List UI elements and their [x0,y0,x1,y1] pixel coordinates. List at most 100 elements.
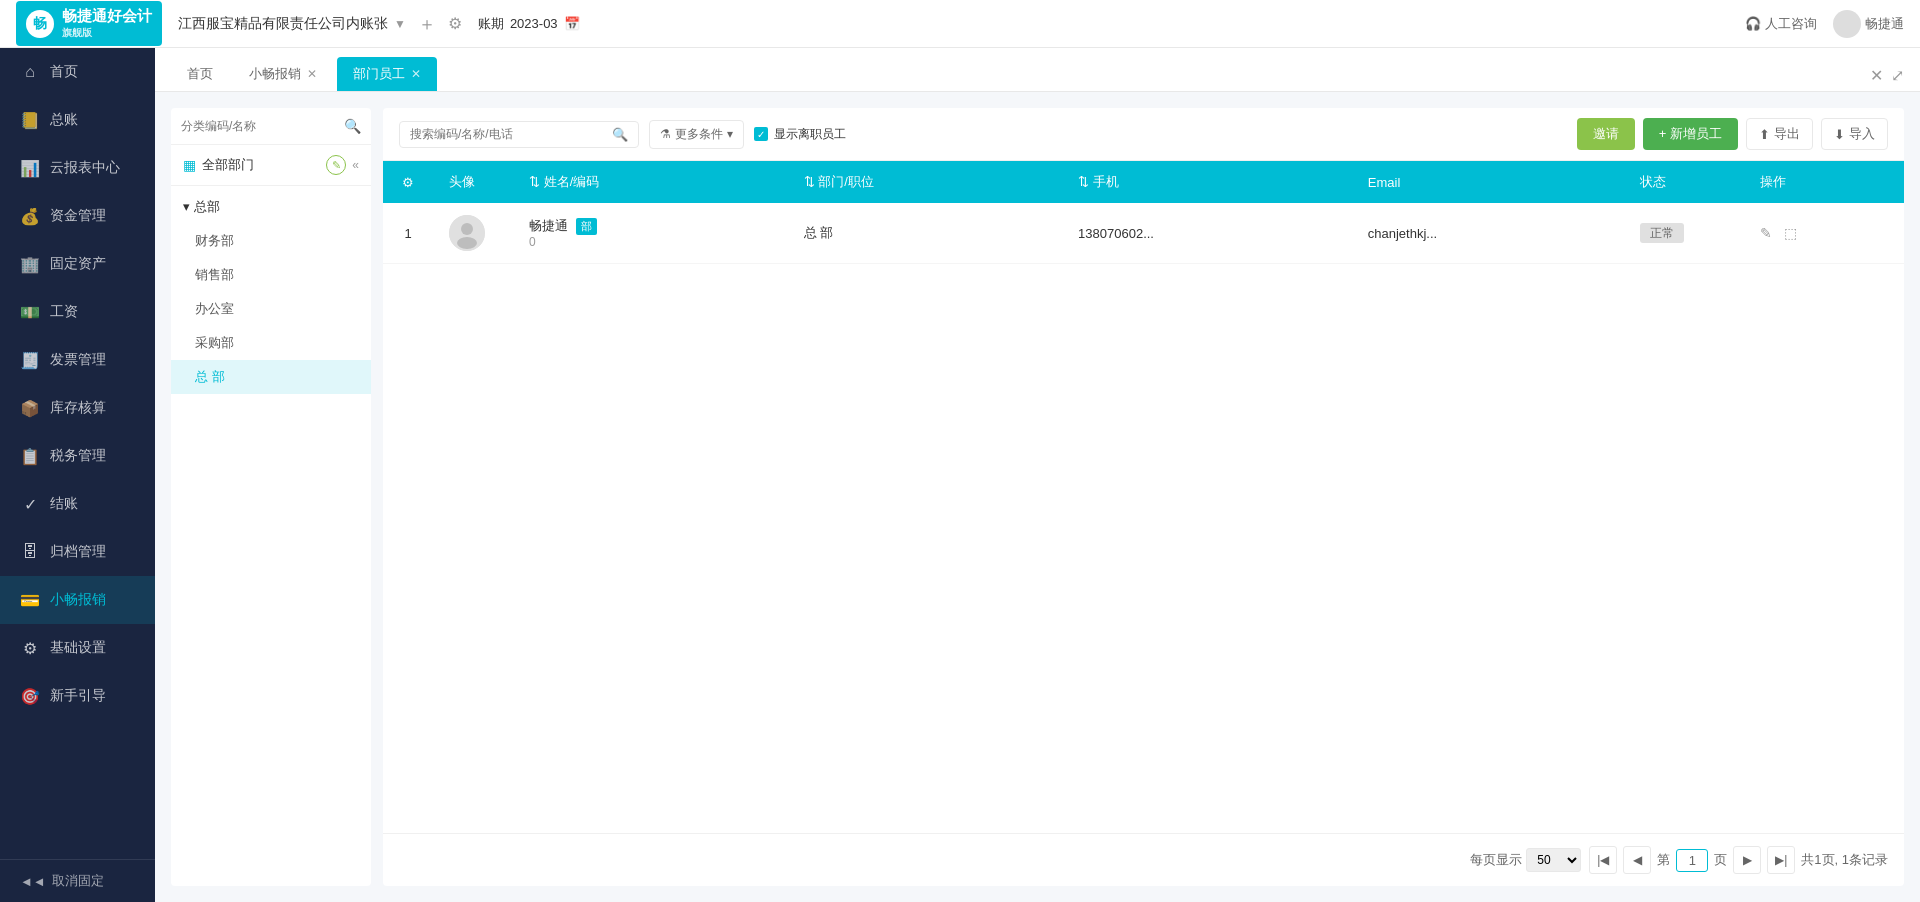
employee-email: chanjethkj... [1368,226,1437,241]
sidebar-item-salary[interactable]: 💵 工资 [0,288,155,336]
svg-point-2 [457,237,477,249]
calendar-icon[interactable]: 📅 [564,16,580,31]
base-settings-icon: ⚙ [20,638,40,658]
invite-button[interactable]: 邀请 [1577,118,1635,150]
expenses-icon: 💳 [20,590,40,610]
sidebar-item-invoice[interactable]: 🧾 发票管理 [0,336,155,384]
all-departments-header[interactable]: ▦ 全部部门 ✎ « [171,145,371,186]
sidebar-item-tax[interactable]: 📋 税务管理 [0,432,155,480]
collapse-dept-icon[interactable]: « [352,158,359,172]
add-company-icon[interactable]: ＋ [418,12,436,36]
logout-employee-icon[interactable]: ⬚ [1784,225,1797,241]
sidebar-item-reports[interactable]: 📊 云报表中心 [0,144,155,192]
sidebar-item-guide[interactable]: 🎯 新手引导 [0,672,155,720]
first-page-button[interactable]: |◀ [1589,846,1617,874]
sort-icon: ⇅ [1078,174,1089,189]
add-employee-button[interactable]: + 新增员工 [1643,118,1738,150]
sidebar: ⌂ 首页 📒 总账 📊 云报表中心 💰 资金管理 🏢 固定资产 💵 工资 [0,48,155,902]
tab-home-label: 首页 [187,65,213,83]
user-name: 畅捷通 [1865,15,1904,33]
next-page-button[interactable]: ▶ [1733,846,1761,874]
sidebar-item-label: 库存核算 [50,399,106,417]
sidebar-item-assets[interactable]: 🏢 固定资产 [0,240,155,288]
grid-icon: ▦ [183,157,196,173]
col-settings-icon[interactable]: ⚙ [402,175,414,190]
current-page-input[interactable]: 1 [1676,849,1708,872]
add-dept-icon[interactable]: ✎ [326,155,346,175]
ledger-icon: 📒 [20,110,40,130]
dept-tree-item-sales[interactable]: 销售部 [171,258,371,292]
col-phone: ⇅ 手机 [1062,161,1352,203]
tab-department-close-icon[interactable]: ✕ [411,67,421,81]
unpin-sidebar-button[interactable]: ◄◄ 取消固定 [0,859,155,902]
dept-tree: ▾ 总部 财务部 销售部 办公室 采购部 [171,186,371,398]
sidebar-item-label: 基础设置 [50,639,106,657]
content-area: 首页 小畅报销 ✕ 部门员工 ✕ ✕ ⤢ [155,48,1920,902]
show-resigned-toggle[interactable]: 显示离职员工 [754,126,846,143]
show-resigned-label: 显示离职员工 [774,126,846,143]
closing-icon: ✓ [20,494,40,514]
per-page-select[interactable]: 50 100 200 [1526,848,1581,872]
edit-employee-icon[interactable]: ✎ [1760,225,1772,241]
dept-search-input[interactable] [181,119,338,133]
sort-icon: ⇅ [804,174,815,189]
settings-icon[interactable]: ⚙ [448,14,462,33]
dept-tree-item-finance[interactable]: 财务部 [171,224,371,258]
sidebar-item-label: 总账 [50,111,78,129]
support-button[interactable]: 🎧 人工咨询 [1745,15,1817,33]
inventory-icon: 📦 [20,398,40,418]
employee-name: 畅捷通 [529,217,568,235]
show-resigned-checkbox[interactable] [754,127,768,141]
close-window-icon[interactable]: ✕ [1870,66,1883,85]
row-dept: 总 部 [788,203,1063,264]
import-button[interactable]: ⬇ 导入 [1821,118,1888,150]
filter-label: 更多条件 [675,126,723,143]
dept-tree-item-general[interactable]: 总 部 [171,360,371,394]
toolbar-right: 邀请 + 新增员工 ⬆ 导出 ⬇ 导入 [1577,118,1888,150]
more-filter-button[interactable]: ⚗ 更多条件 ▾ [649,120,744,149]
sidebar-item-archive[interactable]: 🗄 归档管理 [0,528,155,576]
prev-page-button[interactable]: ◀ [1623,846,1651,874]
tab-expense[interactable]: 小畅报销 ✕ [233,57,333,91]
employee-search-input[interactable] [410,127,606,141]
page-content: 🔍 ▦ 全部部门 ✎ « ▾ 总部 [155,92,1920,902]
total-records-label: 共1页, 1条记录 [1801,851,1888,869]
row-name: 畅捷通 部 0 [513,203,788,264]
last-page-button[interactable]: ▶| [1767,846,1795,874]
per-page-label: 每页显示 [1470,851,1522,869]
expand-window-icon[interactable]: ⤢ [1891,66,1904,85]
export-icon: ⬆ [1759,127,1770,142]
tab-expense-close-icon[interactable]: ✕ [307,67,317,81]
row-email: chanjethkj... [1352,203,1624,264]
invoice-icon: 🧾 [20,350,40,370]
export-button[interactable]: ⬆ 导出 [1746,118,1813,150]
sidebar-item-label: 归档管理 [50,543,106,561]
import-icon: ⬇ [1834,127,1845,142]
employee-status-badge: 正常 [1640,223,1684,243]
pagination-footer: 每页显示 50 100 200 |◀ ◀ 第 1 页 [383,833,1904,886]
page-unit: 页 [1714,851,1727,869]
tab-department[interactable]: 部门员工 ✕ [337,57,437,91]
tab-home[interactable]: 首页 [171,57,229,91]
sidebar-item-settings[interactable]: ⚙ 基础设置 [0,624,155,672]
col-name: ⇅ 姓名/编码 [513,161,788,203]
dept-tree-item-hq[interactable]: ▾ 总部 [171,190,371,224]
period-value: 2023-03 [510,16,558,31]
dept-tree-item-office[interactable]: 办公室 [171,292,371,326]
sidebar-item-home[interactable]: ⌂ 首页 [0,48,155,96]
dept-search-icon: 🔍 [344,118,361,134]
dept-tree-item-purchase[interactable]: 采购部 [171,326,371,360]
logo-subtitle: 旗舰版 [62,26,152,40]
sidebar-item-inventory[interactable]: 📦 库存核算 [0,384,155,432]
page-size-selector: 每页显示 50 100 200 [1470,848,1581,872]
col-avatar: 头像 [433,161,513,203]
assets-icon: 🏢 [20,254,40,274]
sidebar-item-label: 新手引导 [50,687,106,705]
sidebar-item-ledger[interactable]: 📒 总账 [0,96,155,144]
employee-avatar [449,215,485,251]
sidebar-item-expenses[interactable]: 💳 小畅报销 [0,576,155,624]
sidebar-item-funds[interactable]: 💰 资金管理 [0,192,155,240]
sidebar-item-closing[interactable]: ✓ 结账 [0,480,155,528]
user-menu[interactable]: 畅捷通 [1833,10,1904,38]
company-selector[interactable]: 江西服宝精品有限责任公司内账张 ▼ [178,15,406,33]
